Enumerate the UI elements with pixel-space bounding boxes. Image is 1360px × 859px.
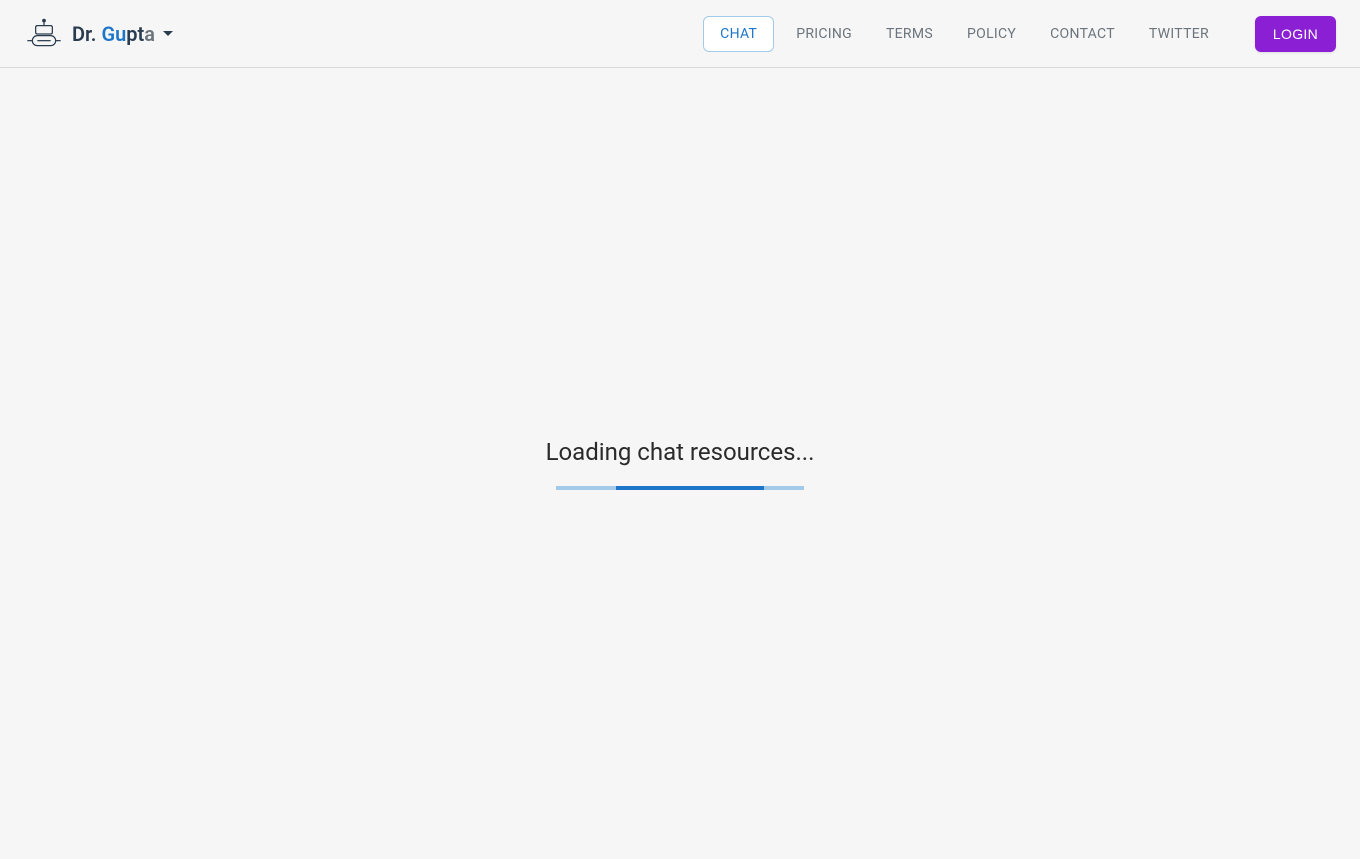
navbar: Dr. Gupta CHAT PRICING TERMS POLICY CONT… [0,0,1360,68]
robot-logo-icon [24,14,64,54]
brand-title: Dr. Gupta [72,22,173,46]
login-button[interactable]: LOGIN [1255,16,1336,52]
brand-part3: pt [126,22,144,46]
nav-twitter[interactable]: TWITTER [1137,16,1221,52]
progress-bar [556,486,804,490]
progress-fill [616,486,765,490]
nav-terms[interactable]: TERMS [874,16,945,52]
chevron-down-icon [163,31,173,36]
brand-part2: Gu [101,22,126,46]
brand-part1: Dr. [72,22,101,46]
brand-part4: a [144,22,155,46]
nav-contact[interactable]: CONTACT [1038,16,1127,52]
loading-text: Loading chat resources... [546,438,815,466]
nav-pricing[interactable]: PRICING [784,16,864,52]
nav-right: CHAT PRICING TERMS POLICY CONTACT TWITTE… [703,16,1336,52]
main-content: Loading chat resources... [0,68,1360,859]
nav-chat[interactable]: CHAT [703,16,774,52]
brand-dropdown[interactable]: Dr. Gupta [24,14,173,54]
nav-policy[interactable]: POLICY [955,16,1028,52]
